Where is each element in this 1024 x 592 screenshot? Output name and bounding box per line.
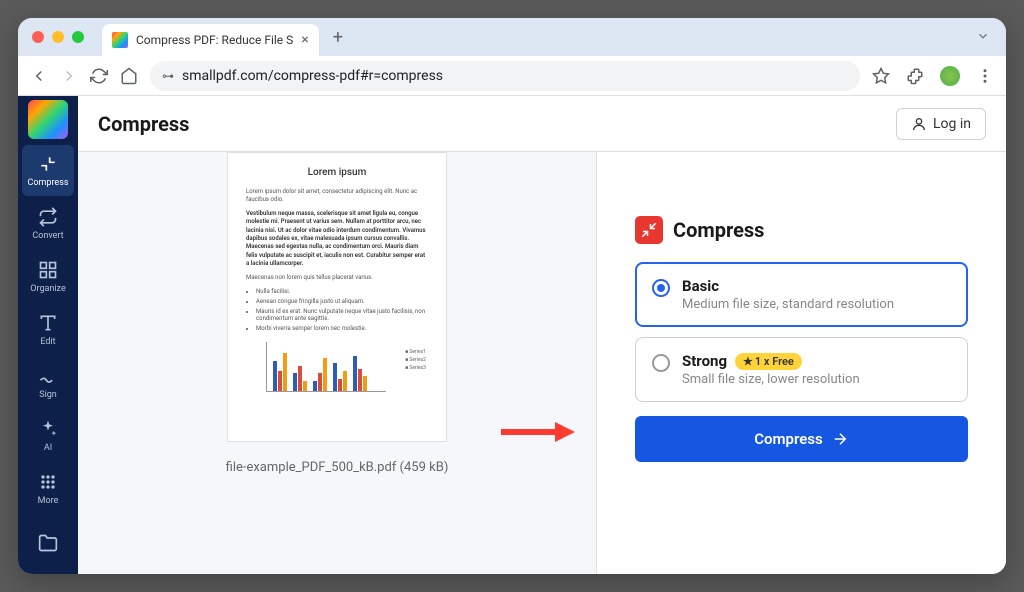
user-icon [911,116,927,132]
compress-icon [635,216,663,244]
radio-icon [652,279,670,297]
preview-pane: Lorem ipsum Lorem ipsum dolor sit amet, … [78,152,596,574]
doc-text: Maecenas non lorem quis tellus placerat … [246,274,428,282]
sidebar-item-label: Convert [32,231,63,241]
app-content: Compress Convert Organize Edit Sign AI [18,96,1006,574]
window-controls [32,31,84,43]
maximize-window-button[interactable] [72,31,84,43]
page-header: Compress Log in [78,96,1006,152]
doc-bullets: Nulla facilisi. Aenean congue fringilla … [256,288,428,332]
tab-bar: Compress PDF: Reduce File S × + [18,18,1006,56]
options-header: Compress [635,216,968,244]
close-window-button[interactable] [32,31,44,43]
url-bar[interactable]: ⊶ smallpdf.com/compress-pdf#r=compress [150,61,860,91]
sidebar-item-label: Sign [39,390,57,400]
close-tab-icon[interactable]: × [301,32,308,48]
sidebar-item-files[interactable] [22,517,74,568]
option-title: Strong [682,352,727,370]
new-tab-button[interactable]: + [327,27,349,48]
bookmark-icon[interactable] [872,67,890,85]
option-title: Basic [682,277,894,295]
compress-button-label: Compress [754,430,823,448]
browser-tab[interactable]: Compress PDF: Reduce File S × [102,24,319,56]
sidebar-item-compress[interactable]: Compress [22,145,74,196]
home-button[interactable] [120,67,138,85]
options-pane: Compress Basic Medium file size, standar… [596,152,1006,574]
sidebar-item-ai[interactable]: AI [22,411,74,462]
profile-icon[interactable] [940,66,960,86]
tab-overflow-icon[interactable] [968,28,998,47]
sidebar-item-edit[interactable]: Edit [22,305,74,356]
sidebar-item-more[interactable]: More [22,464,74,515]
site-settings-icon[interactable]: ⊶ [162,69,174,83]
option-desc: Small file size, lower resolution [682,372,860,387]
doc-text: Vestibulum neque massa, scelerisque sit … [246,210,428,269]
back-button[interactable] [30,67,48,85]
browser-toolbar: ⊶ smallpdf.com/compress-pdf#r=compress [18,56,1006,96]
free-badge: ★1 x Free [735,353,802,370]
sidebar-item-label: Edit [40,337,55,347]
doc-title: Lorem ipsum [246,167,428,178]
favicon-icon [112,32,128,48]
login-button[interactable]: Log in [896,108,986,140]
app-logo[interactable] [28,100,68,139]
option-strong[interactable]: Strong ★1 x Free Small file size, lower … [635,337,968,402]
document-preview[interactable]: Lorem ipsum Lorem ipsum dolor sit amet, … [227,152,447,442]
app-sidebar: Compress Convert Organize Edit Sign AI [18,96,78,574]
sidebar-item-label: More [38,496,59,506]
sidebar-item-organize[interactable]: Organize [22,251,74,302]
reload-button[interactable] [90,67,108,85]
doc-text: Lorem ipsum dolor sit amet, consectetur … [246,188,428,205]
minimize-window-button[interactable] [52,31,64,43]
doc-chart: ■ Series1■ Series2■ Series3 [266,342,386,392]
option-desc: Medium file size, standard resolution [682,297,894,312]
page-title: Compress [98,112,189,136]
tab-title: Compress PDF: Reduce File S [136,33,293,47]
option-basic[interactable]: Basic Medium file size, standard resolut… [635,262,968,327]
sidebar-item-convert[interactable]: Convert [22,198,74,249]
main-area: Compress Log in Lorem ipsum Lorem ipsum … [78,96,1006,574]
browser-window: Compress PDF: Reduce File S × + ⊶ smallp… [18,18,1006,574]
sidebar-item-label: Organize [30,284,65,294]
radio-icon [652,354,670,372]
menu-icon[interactable] [976,67,994,85]
login-label: Log in [933,116,971,132]
file-name-label: file-example_PDF_500_kB.pdf (459 kB) [226,460,449,475]
arrow-right-icon [831,430,849,448]
extensions-icon[interactable] [906,67,924,85]
sidebar-item-label: Compress [28,178,69,188]
sidebar-item-sign[interactable]: Sign [22,358,74,409]
forward-button[interactable] [60,67,78,85]
compress-button[interactable]: Compress [635,416,968,462]
options-heading: Compress [673,218,764,242]
workspace: Lorem ipsum Lorem ipsum dolor sit amet, … [78,152,1006,574]
sidebar-item-label: AI [44,443,52,453]
url-text: smallpdf.com/compress-pdf#r=compress [182,68,443,84]
